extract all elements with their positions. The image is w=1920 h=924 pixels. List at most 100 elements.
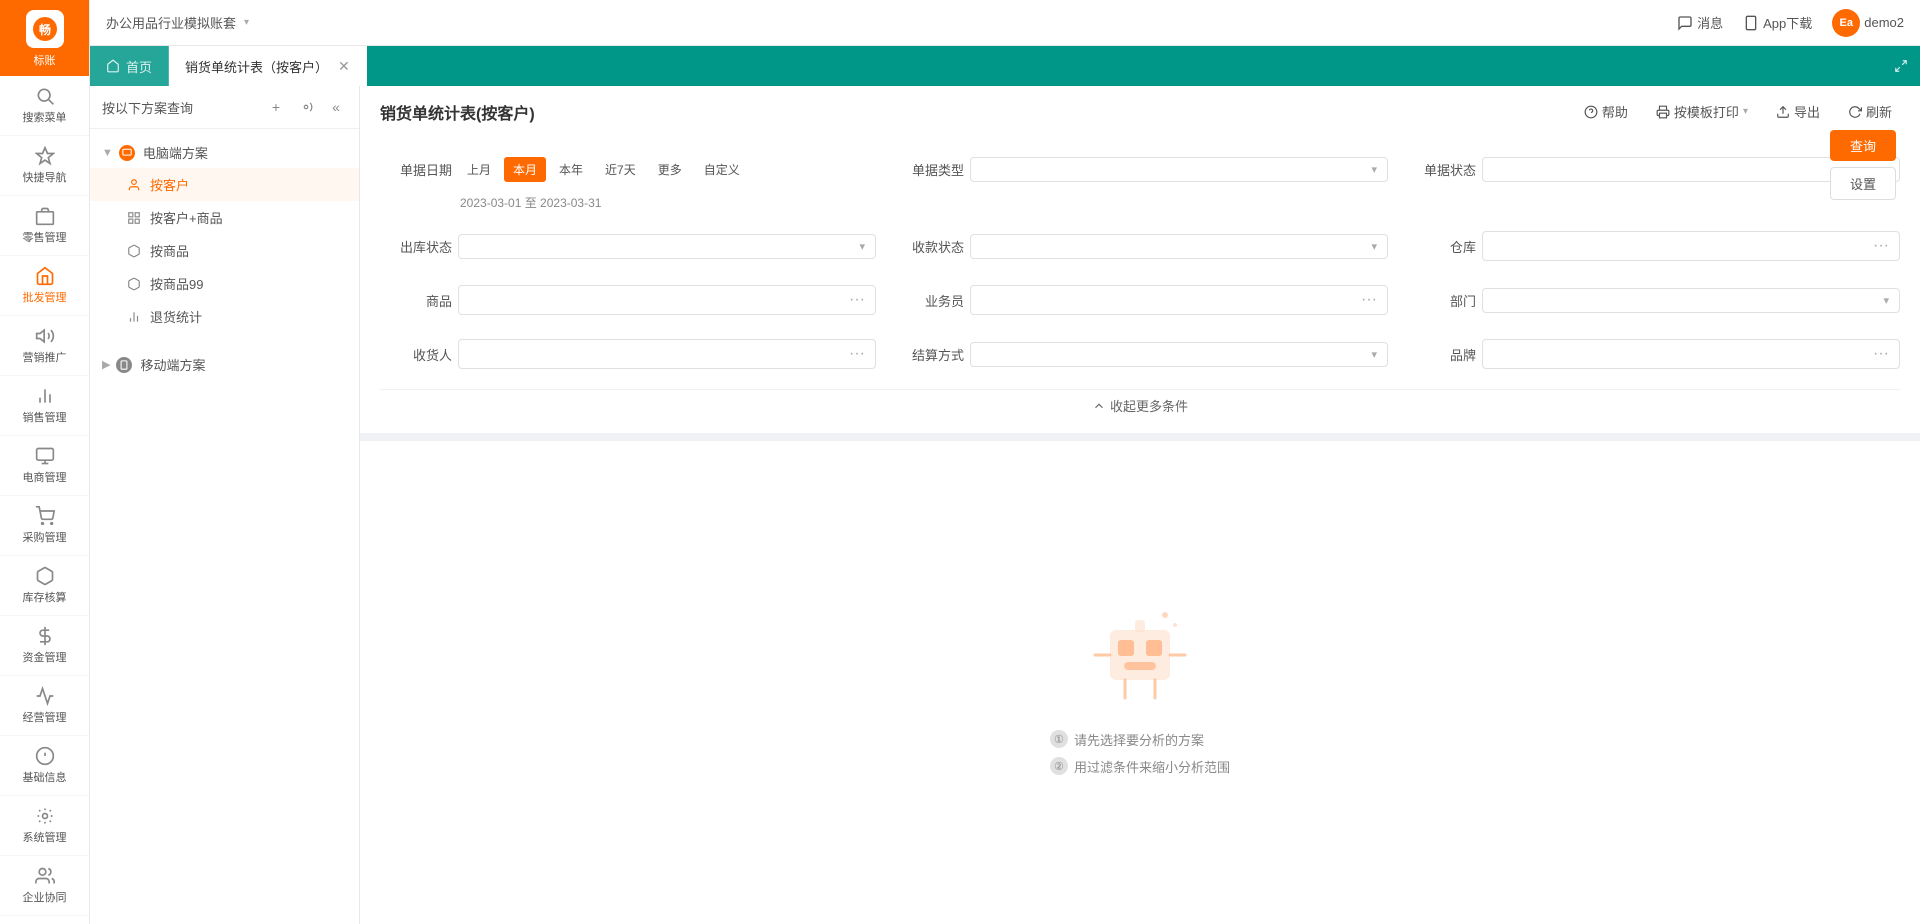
brand-dots-btn[interactable]: ··· — [1873, 345, 1889, 363]
page-title: 销货单统计表(按客户) — [380, 100, 535, 124]
receipt-status-filter-cell: 收款状态 ▾ — [892, 231, 1388, 261]
action-buttons: 查询 设置 — [1830, 130, 1896, 200]
date-btn-last7days[interactable]: 近7天 — [596, 157, 645, 182]
settlement-filter-cell: 结算方式 ▾ — [892, 339, 1388, 369]
receipt-status-select[interactable]: ▾ — [970, 234, 1388, 259]
sidebar-item-inventory[interactable]: 库存核算 — [0, 556, 89, 616]
scheme-group-desktop-title[interactable]: ▼ 电脑端方案 — [90, 137, 359, 168]
sidebar-item-marketing[interactable]: 营销推广 — [0, 316, 89, 376]
collapse-more-btn[interactable]: 收起更多条件 — [380, 389, 1900, 421]
template-print-btn[interactable]: 按模板打印 ▾ — [1648, 98, 1756, 125]
order-type-select[interactable]: ▾ — [970, 157, 1388, 182]
warehouse-input[interactable]: ··· — [1482, 231, 1900, 261]
tabbar-expand-btn[interactable] — [1882, 46, 1920, 86]
industry-dropdown-arrow[interactable]: ▾ — [244, 17, 249, 28]
help-btn[interactable]: 帮助 — [1576, 98, 1636, 125]
warehouse-dots-btn[interactable]: ··· — [1873, 237, 1889, 255]
settlement-select[interactable]: ▾ — [970, 342, 1388, 367]
date-range-display: 2023-03-01 至 2023-03-31 — [380, 194, 1900, 219]
salesperson-input[interactable]: ··· — [970, 285, 1388, 315]
scheme-group-mobile-icon — [116, 357, 132, 373]
scheme-item-grid-icon — [126, 210, 142, 226]
scheme-item-return-stats-label: 退货统计 — [150, 307, 202, 326]
template-print-label: 按模板打印 — [1674, 102, 1739, 121]
scheme-collapse-btn[interactable]: « — [325, 96, 347, 118]
out-status-filter-cell: 出库状态 ▾ — [380, 231, 876, 261]
message-btn[interactable]: 消息 — [1677, 13, 1723, 32]
product-dots-btn[interactable]: ··· — [849, 291, 865, 309]
settlement-arrow: ▾ — [1371, 348, 1377, 361]
settings-btn[interactable]: 设置 — [1830, 167, 1896, 200]
sidebar-item-search[interactable]: 搜索菜单 — [0, 76, 89, 136]
scheme-item-by-customer[interactable]: 按客户 — [90, 168, 359, 201]
topbar-right: 消息 App下载 Ea demo2 — [1677, 9, 1904, 37]
app-download-label: App下载 — [1763, 13, 1812, 32]
tab-close-btn[interactable]: ✕ — [338, 58, 350, 75]
sidebar-item-newuser[interactable]: 新手引导 — [0, 916, 89, 924]
tabbar: 首页 销货单统计表（按客户） ✕ — [90, 46, 1920, 86]
user-menu[interactable]: Ea demo2 — [1832, 9, 1904, 37]
scheme-item-by-product[interactable]: 按商品 — [90, 234, 359, 267]
scheme-group-desktop-label: 电脑端方案 — [143, 143, 208, 162]
app-download-btn[interactable]: App下载 — [1743, 13, 1812, 32]
consignee-input[interactable]: ··· — [458, 339, 876, 369]
scheme-item-return-stats[interactable]: 退货统计 — [90, 300, 359, 333]
sidebar-item-enterprise[interactable]: 企业协同 — [0, 856, 89, 916]
scheme-item-by-product99[interactable]: 按商品99 — [90, 267, 359, 300]
empty-tip1: ① 请先选择要分析的方案 — [1050, 730, 1230, 749]
template-print-arrow[interactable]: ▾ — [1743, 106, 1748, 117]
sidebar: 畅 标账 搜索菜单 快捷导航 零售管理 批发管理 营销推广 销售管理 电商管理 … — [0, 0, 90, 924]
export-btn[interactable]: 导出 — [1768, 98, 1828, 125]
sidebar-item-label: 资金管理 — [23, 649, 67, 665]
date-btn-more[interactable]: 更多 — [649, 157, 691, 182]
scheme-group-mobile-label: 移动端方案 — [140, 355, 205, 374]
product-input[interactable]: ··· — [458, 285, 876, 315]
tab-home[interactable]: 首页 — [90, 46, 169, 86]
sidebar-item-retail[interactable]: 零售管理 — [0, 196, 89, 256]
query-btn[interactable]: 查询 — [1830, 130, 1896, 161]
scheme-item-box2-icon — [126, 276, 142, 292]
sidebar-item-purchase[interactable]: 采购管理 — [0, 496, 89, 556]
tab-sales-stats[interactable]: 销货单统计表（按客户） ✕ — [169, 46, 367, 86]
sidebar-item-operation[interactable]: 经营管理 — [0, 676, 89, 736]
date-btn-this-month[interactable]: 本月 — [504, 157, 546, 182]
receipt-status-label: 收款状态 — [892, 237, 964, 256]
svg-text:畅: 畅 — [38, 22, 50, 37]
message-label: 消息 — [1697, 13, 1723, 32]
sidebar-item-sales[interactable]: 销售管理 — [0, 376, 89, 436]
sidebar-item-wholesale[interactable]: 批发管理 — [0, 256, 89, 316]
consignee-dots-btn[interactable]: ··· — [849, 345, 865, 363]
sidebar-item-label: 批发管理 — [23, 289, 67, 305]
date-btn-this-year[interactable]: 本年 — [550, 157, 592, 182]
sidebar-item-label: 系统管理 — [23, 829, 67, 845]
brand-label: 品牌 — [1404, 345, 1476, 364]
sidebar-item-ecommerce[interactable]: 电商管理 — [0, 436, 89, 496]
sidebar-item-label: 电商管理 — [23, 469, 67, 485]
export-label: 导出 — [1794, 102, 1820, 121]
sidebar-item-label: 采购管理 — [23, 529, 67, 545]
refresh-btn[interactable]: 刷新 — [1840, 98, 1900, 125]
sidebar-item-shortcut[interactable]: 快捷导航 — [0, 136, 89, 196]
sidebar-item-system[interactable]: 系统管理 — [0, 796, 89, 856]
sidebar-item-basic[interactable]: 基础信息 — [0, 736, 89, 796]
scheme-item-by-customer-label: 按客户 — [150, 175, 189, 194]
scheme-group-mobile-title[interactable]: ▶ 移动端方案 — [90, 349, 359, 380]
scheme-edit-btn[interactable] — [295, 96, 317, 118]
brand-input[interactable]: ··· — [1482, 339, 1900, 369]
department-arrow: ▾ — [1883, 294, 1889, 307]
scheme-item-by-customer-product[interactable]: 按客户+商品 — [90, 201, 359, 234]
date-btn-custom[interactable]: 自定义 — [695, 157, 749, 182]
order-status-label: 单据状态 — [1404, 160, 1476, 179]
page-actions: 帮助 按模板打印 ▾ 导出 刷新 — [1576, 98, 1900, 125]
scheme-add-btn[interactable]: + — [265, 96, 287, 118]
sidebar-item-label: 库存核算 — [23, 589, 67, 605]
salesperson-dots-btn[interactable]: ··· — [1361, 291, 1377, 309]
collapse-text: 收起更多条件 — [1110, 396, 1188, 415]
department-label: 部门 — [1404, 291, 1476, 310]
sidebar-item-finance[interactable]: 资金管理 — [0, 616, 89, 676]
department-select[interactable]: ▾ — [1482, 288, 1900, 313]
user-avatar: Ea — [1832, 9, 1860, 37]
out-status-select[interactable]: ▾ — [458, 234, 876, 259]
date-btn-last-month[interactable]: 上月 — [458, 157, 500, 182]
receipt-status-arrow: ▾ — [1371, 240, 1377, 253]
